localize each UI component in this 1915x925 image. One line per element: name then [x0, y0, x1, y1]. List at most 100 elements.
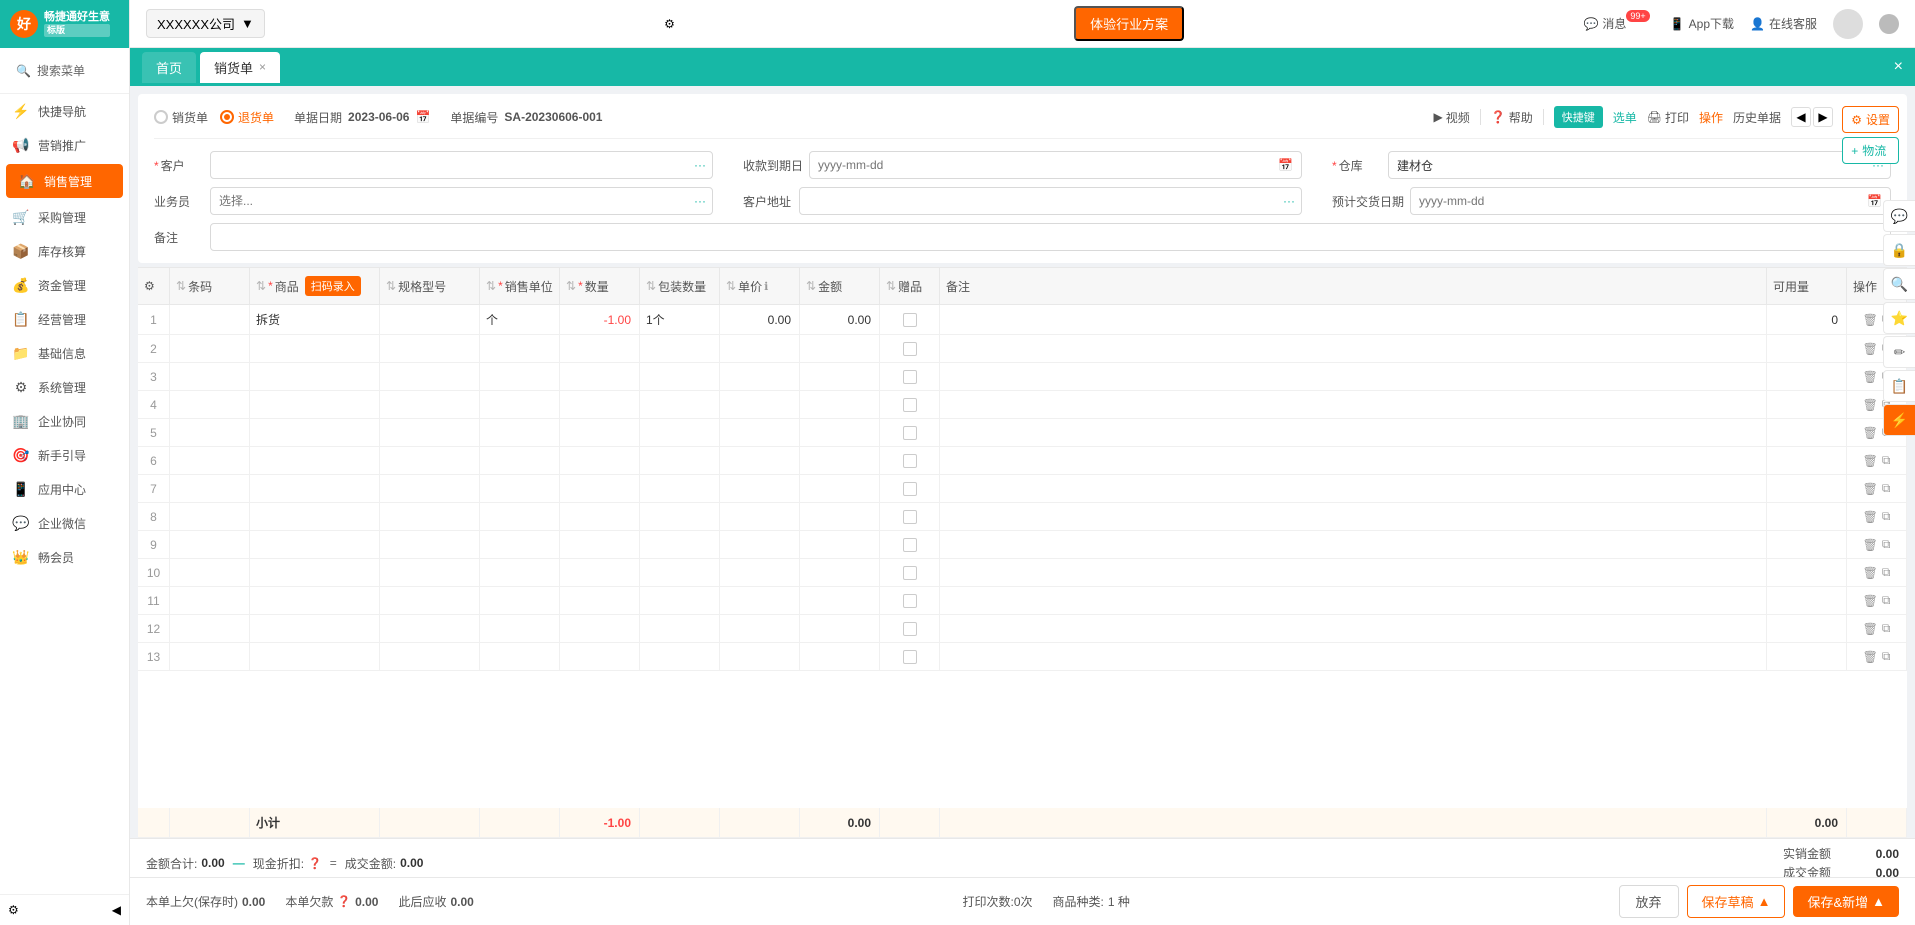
td-product-3[interactable]	[250, 391, 380, 418]
barcode-input[interactable]	[176, 650, 243, 664]
td-barcode-1[interactable]	[170, 335, 250, 362]
td-spec-10[interactable]	[380, 587, 480, 614]
td-gift-9[interactable]	[880, 559, 940, 586]
delete-icon[interactable]: 🗑	[1863, 482, 1878, 496]
td-remark-12[interactable]	[940, 643, 1767, 670]
sidebar-item-apps[interactable]: 📱 应用中心	[0, 472, 129, 506]
print-btn[interactable]: 🖨 打印	[1647, 109, 1689, 126]
expected-date-input-group[interactable]: 📅	[1410, 187, 1891, 215]
gift-checkbox[interactable]	[903, 342, 917, 356]
td-gift-10[interactable]	[880, 587, 940, 614]
barcode-input[interactable]	[176, 594, 243, 608]
choose-btn[interactable]: 选单	[1613, 109, 1637, 126]
td-product-2[interactable]	[250, 363, 380, 390]
float-btn-1[interactable]: 💬	[1883, 200, 1915, 232]
gift-checkbox[interactable]	[903, 510, 917, 524]
td-spec-3[interactable]	[380, 391, 480, 418]
td-qty-3[interactable]	[560, 391, 640, 418]
sidebar-item-enterprise[interactable]: 🏢 企业协同	[0, 404, 129, 438]
sales-input-group[interactable]: ···	[210, 187, 713, 215]
price-info-icon[interactable]: ℹ	[764, 280, 768, 293]
th-settings[interactable]: ⚙	[138, 268, 170, 304]
delete-icon[interactable]: 🗑	[1863, 454, 1878, 468]
barcode-input[interactable]	[176, 398, 243, 412]
gift-checkbox[interactable]	[903, 398, 917, 412]
td-barcode-8[interactable]	[170, 531, 250, 558]
barcode-input[interactable]	[176, 510, 243, 524]
td-product-10[interactable]	[250, 587, 380, 614]
sales-input[interactable]	[219, 194, 704, 208]
barcode-input[interactable]	[176, 566, 243, 580]
calendar-icon[interactable]: 📅	[415, 110, 430, 124]
history-btn[interactable]: 历史单据	[1733, 109, 1781, 126]
gift-checkbox[interactable]	[903, 313, 917, 327]
delete-icon[interactable]: 🗑	[1863, 426, 1878, 440]
barcode-input[interactable]	[176, 622, 243, 636]
calendar3-icon[interactable]: 📅	[1867, 194, 1882, 208]
td-price-1[interactable]	[720, 335, 800, 362]
td-remark-10[interactable]	[940, 587, 1767, 614]
td-remark-5[interactable]	[940, 447, 1767, 474]
trial-button[interactable]: 体验行业方案	[1074, 6, 1184, 41]
online-service-btn[interactable]: 👤 在线客服	[1750, 15, 1817, 32]
collapse-icon[interactable]: ◀	[112, 903, 121, 917]
gift-checkbox[interactable]	[903, 650, 917, 664]
video-btn[interactable]: ▶ 视频	[1433, 109, 1469, 126]
copy-icon[interactable]: ⧉	[1882, 593, 1891, 608]
td-price-0[interactable]: 0.00	[720, 305, 800, 334]
sidebar-item-finance[interactable]: 💰 资金管理	[0, 268, 129, 302]
save-draft-button[interactable]: 保存草稿 ▲	[1687, 885, 1786, 918]
td-barcode-12[interactable]	[170, 643, 250, 670]
td-price-12[interactable]	[720, 643, 800, 670]
warehouse-input-group[interactable]: ···	[1388, 151, 1891, 179]
tab-home[interactable]: 首页	[142, 52, 196, 83]
abandon-button[interactable]: 放弃	[1619, 885, 1679, 918]
td-remark-7[interactable]	[940, 503, 1767, 530]
td-barcode-5[interactable]	[170, 447, 250, 474]
gift-checkbox[interactable]	[903, 594, 917, 608]
notes-input[interactable]	[219, 230, 1882, 244]
td-barcode-0[interactable]	[170, 305, 250, 334]
company-selector[interactable]: XXXXXX公司 ▼	[146, 9, 265, 38]
td-spec-9[interactable]	[380, 559, 480, 586]
gift-checkbox[interactable]	[903, 566, 917, 580]
addr-dots[interactable]: ···	[1283, 194, 1295, 208]
delete-icon[interactable]: 🗑	[1863, 566, 1878, 580]
td-price-2[interactable]	[720, 363, 800, 390]
calendar2-icon[interactable]: 📅	[1278, 158, 1293, 172]
td-barcode-4[interactable]	[170, 419, 250, 446]
td-gift-6[interactable]	[880, 475, 940, 502]
td-spec-1[interactable]	[380, 335, 480, 362]
td-barcode-6[interactable]	[170, 475, 250, 502]
copy-icon[interactable]: ⧉	[1882, 649, 1891, 664]
td-spec-8[interactable]	[380, 531, 480, 558]
sidebar-item-system[interactable]: ⚙ 系统管理	[0, 370, 129, 404]
td-price-3[interactable]	[720, 391, 800, 418]
td-qty-8[interactable]	[560, 531, 640, 558]
user-avatar2[interactable]	[1879, 14, 1899, 34]
copy-icon[interactable]: ⧉	[1882, 621, 1891, 636]
td-remark-1[interactable]	[940, 335, 1767, 362]
td-price-10[interactable]	[720, 587, 800, 614]
sidebar-item-guide[interactable]: 🎯 新手引导	[0, 438, 129, 472]
delete-icon[interactable]: 🗑	[1863, 342, 1878, 356]
save-new-button[interactable]: 保存&新增 ▲	[1793, 886, 1899, 917]
collect-date-input[interactable]	[818, 158, 1274, 172]
td-qty-1[interactable]	[560, 335, 640, 362]
td-spec-0[interactable]	[380, 305, 480, 334]
sidebar-item-inventory[interactable]: 📦 库存核算	[0, 234, 129, 268]
user-avatar[interactable]	[1833, 9, 1863, 39]
td-spec-12[interactable]	[380, 643, 480, 670]
td-remark-2[interactable]	[940, 363, 1767, 390]
td-product-1[interactable]	[250, 335, 380, 362]
td-qty-5[interactable]	[560, 447, 640, 474]
float-btn-5[interactable]: ✏	[1883, 336, 1915, 368]
gift-checkbox[interactable]	[903, 622, 917, 636]
copy-icon[interactable]: ⧉	[1882, 537, 1891, 552]
notes-input-group[interactable]	[210, 223, 1891, 251]
barcode-input[interactable]	[176, 342, 243, 356]
warehouse-input[interactable]	[1397, 158, 1882, 172]
td-remark-11[interactable]	[940, 615, 1767, 642]
td-product-4[interactable]	[250, 419, 380, 446]
question-help[interactable]: ❓	[308, 857, 322, 870]
